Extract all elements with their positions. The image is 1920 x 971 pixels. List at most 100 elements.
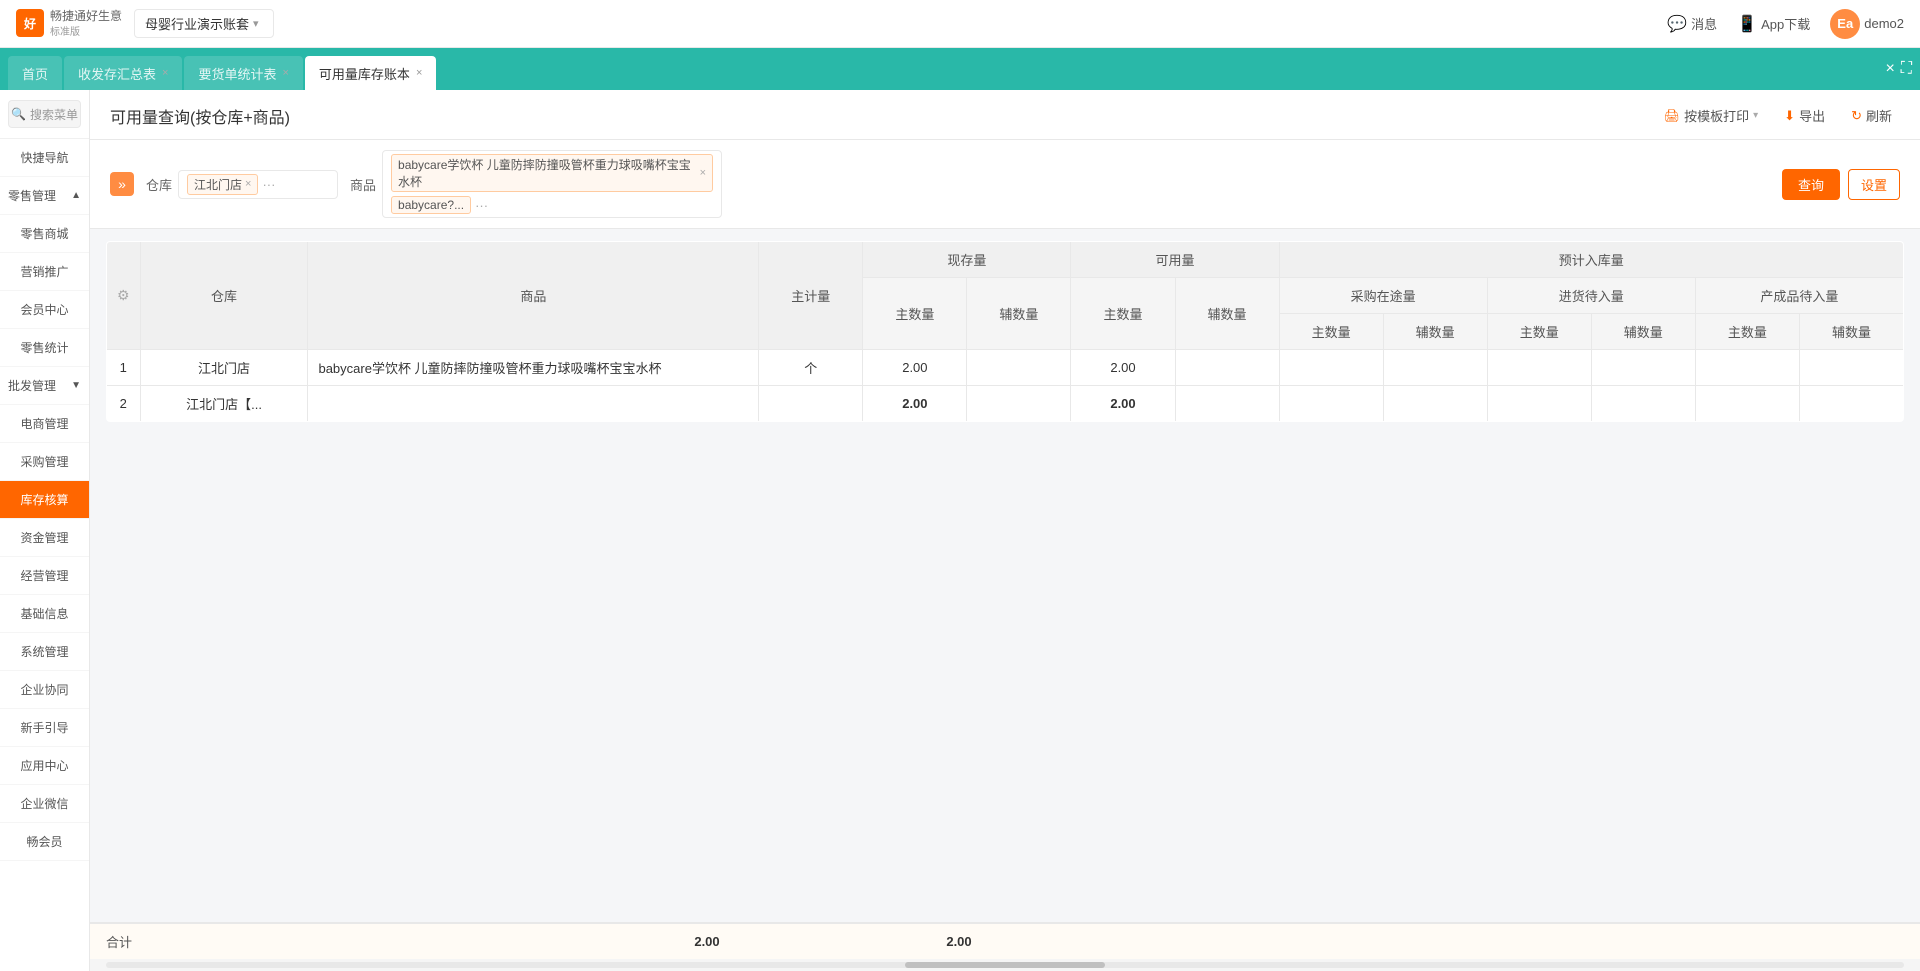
filter-more-icon[interactable]: ···: [475, 198, 488, 213]
sidebar-item-basic-info[interactable]: 基础信息: [0, 595, 89, 633]
sidebar-item-operations[interactable]: 经营管理: [0, 557, 89, 595]
table-finished-goods-header: 产成品待入量: [1695, 278, 1903, 314]
message-button[interactable]: 💬 消息: [1667, 14, 1717, 34]
close-icon[interactable]: ×: [416, 67, 422, 79]
sidebar-item-finance[interactable]: 资金管理: [0, 519, 89, 557]
row-pt-main: [1279, 350, 1383, 386]
sidebar-basic-info-label: 基础信息: [20, 607, 68, 621]
export-button[interactable]: ⬇ 导出: [1776, 102, 1833, 129]
sidebar-item-retail-mgmt[interactable]: 零售管理 ▲: [0, 177, 89, 215]
refresh-button[interactable]: ↻ 刷新: [1843, 102, 1900, 129]
logo-text: 畅捷通好生意: [50, 9, 122, 23]
filter-more-icon[interactable]: ···: [262, 177, 275, 192]
close-icon[interactable]: ×: [162, 67, 168, 79]
row-ip-main: [1487, 386, 1591, 422]
sidebar-item-new-guide[interactable]: 新手引导: [0, 709, 89, 747]
sidebar-finance-label: 资金管理: [20, 531, 68, 545]
row-avail-aux: [1175, 350, 1279, 386]
query-button[interactable]: 查询: [1782, 169, 1840, 200]
table-pt-main-header: 主数量: [1279, 314, 1383, 350]
main-layout: 🔍 搜索菜单 快捷导航 零售管理 ▲ 零售商城 营销推广 会员中心 零售统计 批…: [0, 90, 1920, 971]
page-title: 可用量查询(按仓库+商品): [110, 104, 290, 128]
tab-order-stats[interactable]: 要货单统计表 ×: [184, 56, 302, 90]
sidebar-item-purchase-mgmt[interactable]: 采购管理: [0, 443, 89, 481]
sidebar-item-wholesale-mgmt[interactable]: 批发管理 ▼: [0, 367, 89, 405]
product-filter-label: 商品: [350, 175, 376, 194]
sidebar-item-marketing[interactable]: 营销推广: [0, 253, 89, 291]
app-download-label: App下载: [1761, 14, 1810, 33]
filter-expand-button[interactable]: »: [110, 172, 134, 196]
gear-icon[interactable]: ⚙: [117, 287, 130, 303]
table-footer: 合计 2.00 2.00: [90, 922, 1920, 959]
close-icon[interactable]: ×: [282, 67, 288, 79]
sidebar-item-inventory-check[interactable]: 库存核算: [0, 481, 89, 519]
remove-tag-icon[interactable]: ×: [700, 167, 706, 179]
warehouse-selector[interactable]: 母婴行业演示账套 ▾: [134, 9, 274, 38]
setting-button[interactable]: 设置: [1848, 169, 1900, 200]
scroll-track: [106, 962, 1904, 968]
sidebar-item-enterprise-wechat[interactable]: 企业微信: [0, 785, 89, 823]
table-current-stock-header: 现存量: [863, 242, 1071, 278]
footer-fg-aux: [1778, 934, 1904, 949]
row-pt-aux: [1383, 350, 1487, 386]
table-row: 1 江北门店 babycare学饮杯 儿童防摔防撞吸管杯重力球吸嘴杯宝宝水杯 个…: [107, 350, 1904, 386]
tab-receive[interactable]: 收发存汇总表 ×: [64, 56, 182, 90]
message-icon: 💬: [1667, 14, 1687, 34]
row-avail-aux: [1175, 386, 1279, 422]
logo-sub: 标准版: [50, 23, 122, 38]
sidebar: 🔍 搜索菜单 快捷导航 零售管理 ▲ 零售商城 营销推广 会员中心 零售统计 批…: [0, 90, 90, 971]
table-stock-main-header: 主数量: [863, 278, 967, 350]
scroll-thumb[interactable]: [905, 962, 1105, 968]
sidebar-item-quick-nav[interactable]: 快捷导航: [0, 139, 89, 177]
tab-receive-label: 收发存汇总表: [78, 64, 156, 83]
message-label: 消息: [1691, 14, 1717, 33]
logo-icon: 好: [16, 9, 44, 37]
product-filter-group: 商品 babycare学饮杯 儿童防摔防撞吸管杯重力球吸嘴杯宝宝水杯 × bab…: [350, 150, 722, 218]
user-profile-button[interactable]: Ea demo2: [1830, 9, 1904, 39]
print-button[interactable]: 🖨 按模板打印 ▾: [1656, 102, 1767, 129]
table-fg-aux-header: 辅数量: [1799, 314, 1903, 350]
table-incoming-pending-header: 进货待入量: [1487, 278, 1695, 314]
sidebar-item-app-center[interactable]: 应用中心: [0, 747, 89, 785]
sidebar-item-enterprise-collab[interactable]: 企业协同: [0, 671, 89, 709]
sidebar-ecommerce-label: 电商管理: [20, 417, 68, 431]
page-actions: 🖨 按模板打印 ▾ ⬇ 导出 ↻ 刷新: [1656, 102, 1900, 129]
chevron-up-icon: ▲: [71, 190, 81, 201]
sidebar-search-area: 🔍 搜索菜单: [0, 90, 89, 139]
table-area: ⚙ 仓库 商品 主计量 现存量 可用量 预计入库量 主数量 辅数量 主数量 辅数…: [90, 229, 1920, 922]
row-warehouse: 江北门店: [140, 350, 308, 386]
footer-empty-3: [518, 934, 644, 949]
sidebar-item-ecommerce[interactable]: 电商管理: [0, 405, 89, 443]
sidebar-item-member-center[interactable]: 会员中心: [0, 291, 89, 329]
search-menu-button[interactable]: 🔍 搜索菜单: [8, 100, 81, 128]
product-filter-input[interactable]: babycare学饮杯 儿童防摔防撞吸管杯重力球吸嘴杯宝宝水杯 × babyca…: [382, 150, 722, 218]
top-bar: 好 畅捷通好生意 标准版 母婴行业演示账套 ▾ 💬 消息 📱 App下载 Ea …: [0, 0, 1920, 48]
scroll-bar-area: [90, 959, 1920, 971]
print-icon: 🖨: [1664, 108, 1681, 124]
warehouse-filter-label: 仓库: [146, 175, 172, 194]
sidebar-item-system[interactable]: 系统管理: [0, 633, 89, 671]
sidebar-purchase-mgmt-label: 采购管理: [20, 455, 68, 469]
row-pt-main: [1279, 386, 1383, 422]
footer-values: 2.00 2.00: [266, 934, 1904, 949]
footer-avail-aux: [1022, 934, 1148, 949]
row-unit: [759, 386, 863, 422]
sidebar-quick-nav-label: 快捷导航: [20, 151, 68, 165]
maximize-button[interactable]: ⛶: [1901, 60, 1912, 78]
tab-available-stock[interactable]: 可用量库存账本 ×: [305, 56, 436, 90]
row-avail-main: 2.00: [1071, 386, 1175, 422]
tab-available-stock-label: 可用量库存账本: [319, 64, 410, 83]
footer-pt-aux: [1274, 934, 1400, 949]
close-all-tabs-button[interactable]: ×: [1885, 60, 1894, 78]
sidebar-item-member[interactable]: 畅会员: [0, 823, 89, 861]
sidebar-item-retail-stats[interactable]: 零售统计: [0, 329, 89, 367]
app-download-button[interactable]: 📱 App下载: [1737, 14, 1810, 34]
tab-home[interactable]: 首页: [8, 56, 62, 90]
table-ip-main-header: 主数量: [1487, 314, 1591, 350]
warehouse-filter-input[interactable]: 江北门店 × ···: [178, 170, 338, 199]
warehouse-tag-text: 江北门店: [194, 176, 242, 193]
sidebar-item-retail-mall[interactable]: 零售商城: [0, 215, 89, 253]
row-ip-main: [1487, 350, 1591, 386]
remove-tag-icon[interactable]: ×: [245, 178, 251, 190]
product-tag-1-text: babycare学饮杯 儿童防摔防撞吸管杯重力球吸嘴杯宝宝水杯: [398, 156, 697, 190]
